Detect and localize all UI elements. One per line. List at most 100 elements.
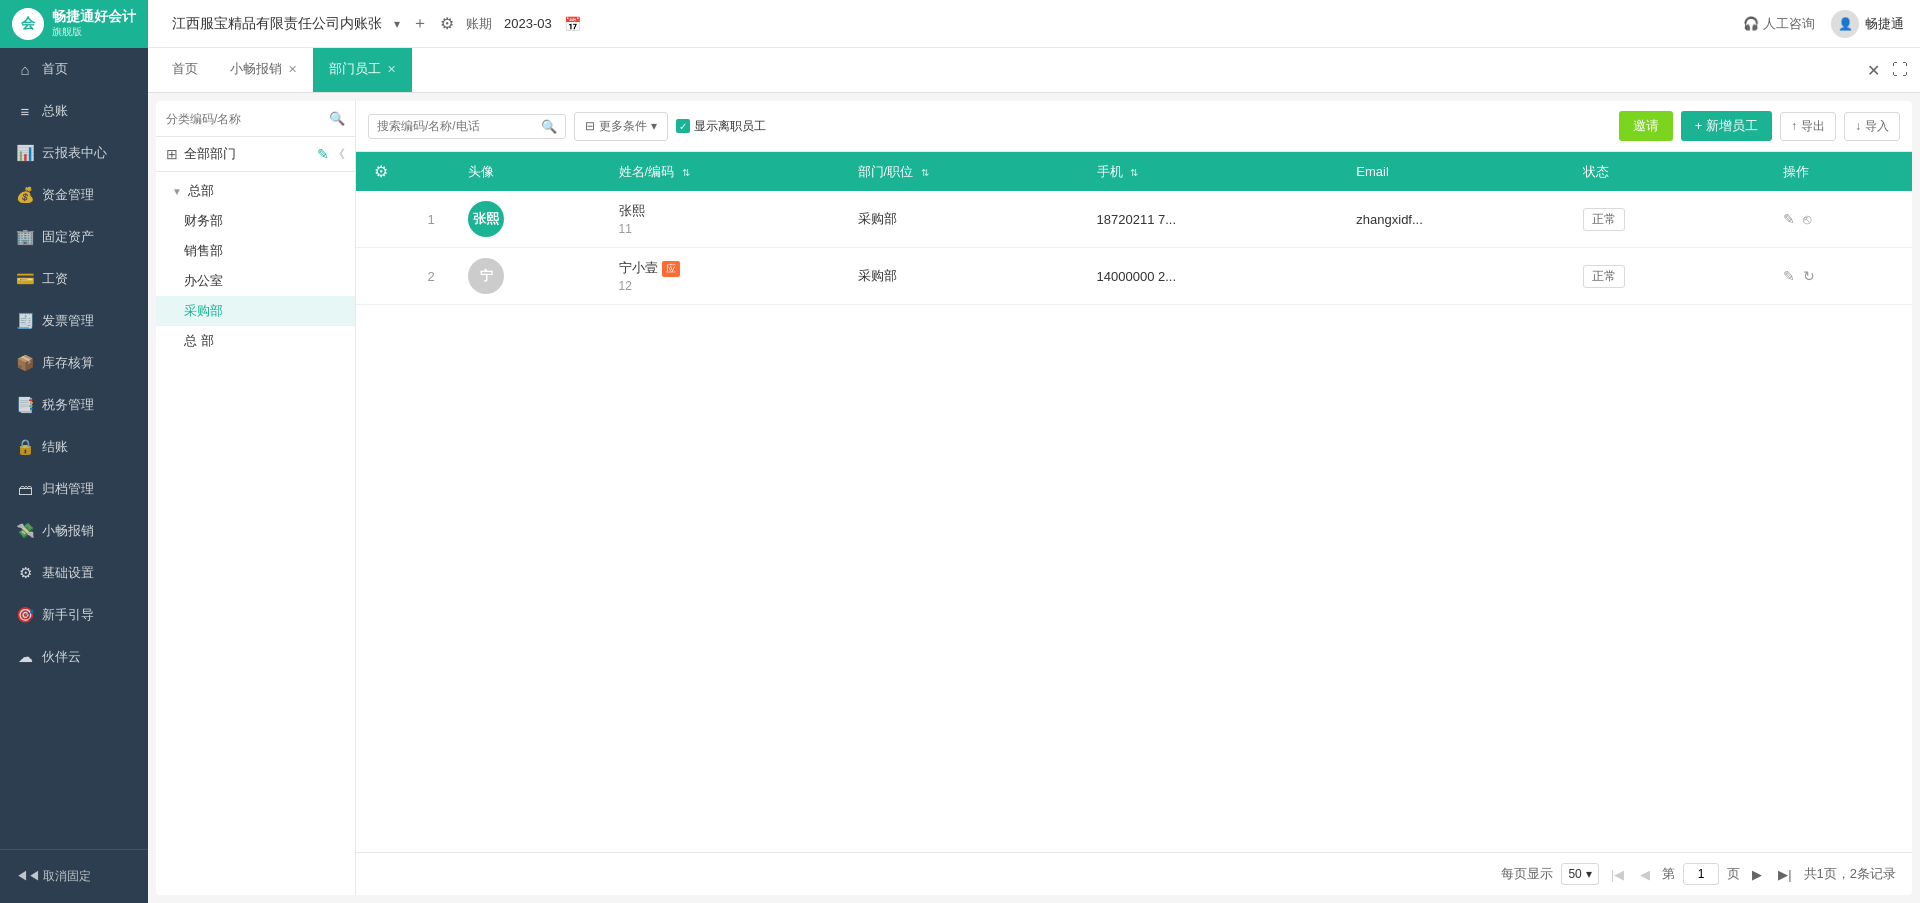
status-badge: 正常 xyxy=(1583,208,1625,231)
sidebar-item-label: 小畅报销 xyxy=(42,522,94,540)
page-input[interactable] xyxy=(1683,863,1719,885)
filter-chevron: ▾ xyxy=(651,119,657,133)
company-dropdown-button[interactable]: ▾ xyxy=(394,17,400,31)
sidebar-item-invoice[interactable]: 🧾 发票管理 xyxy=(0,300,148,342)
tab-expense[interactable]: 小畅报销 ✕ xyxy=(214,48,313,92)
sidebar-item-label: 库存核算 xyxy=(42,354,94,372)
col-phone[interactable]: 手机 ⇅ xyxy=(1085,152,1345,191)
show-resigned-checkbox[interactable]: ✓ xyxy=(676,119,690,133)
assets-icon: 🏢 xyxy=(16,228,34,246)
employee-code: 12 xyxy=(619,279,834,293)
partner-icon: ☁ xyxy=(16,648,34,666)
tab-home[interactable]: 首页 xyxy=(156,48,214,92)
row-settings-cell xyxy=(356,248,406,305)
col-status: 状态 xyxy=(1571,152,1771,191)
last-page-button[interactable]: ▶| xyxy=(1774,865,1795,884)
add-company-button[interactable]: ＋ xyxy=(412,13,428,34)
tab-close-department[interactable]: ✕ xyxy=(387,63,396,76)
tree-node-sales[interactable]: 销售部 xyxy=(156,236,355,266)
sidebar-item-expense[interactable]: 💸 小畅报销 xyxy=(0,510,148,552)
tab-bar-actions: ✕ ⛶ xyxy=(1863,57,1912,84)
sidebar-item-archive[interactable]: 🗃 归档管理 xyxy=(0,468,148,510)
col-ops: 操作 xyxy=(1771,152,1912,191)
tree-node-purchase[interactable]: 采购部 xyxy=(156,296,355,326)
table-row: 1 张熙 张熙 11 采购部 18720211 7... zhangxidf..… xyxy=(356,191,1912,248)
edit-icon[interactable]: ✎ xyxy=(1783,268,1795,284)
sidebar-item-salary[interactable]: 💳 工资 xyxy=(0,258,148,300)
sidebar-item-reports[interactable]: 📊 云报表中心 xyxy=(0,132,148,174)
sidebar-item-label: 固定资产 xyxy=(42,228,94,246)
invite-button[interactable]: 邀请 xyxy=(1619,111,1673,141)
tree-nodes: ▼ 总部 财务部 销售部 办公室 采购部 xyxy=(156,172,355,895)
sidebar-item-assets[interactable]: 🏢 固定资产 xyxy=(0,216,148,258)
tree-search-input[interactable] xyxy=(166,112,325,126)
search-input[interactable] xyxy=(377,119,537,133)
tree-node-office[interactable]: 办公室 xyxy=(156,266,355,296)
sidebar-item-close[interactable]: 🔒 结账 xyxy=(0,426,148,468)
reports-icon: 📊 xyxy=(16,144,34,162)
row-phone-cell: 14000000 2... xyxy=(1085,248,1345,305)
first-page-button[interactable]: |◀ xyxy=(1607,865,1628,884)
prev-page-button[interactable]: ◀ xyxy=(1636,865,1654,884)
inventory-icon: 📦 xyxy=(16,354,34,372)
logo-icon: 会 xyxy=(12,8,44,40)
row-avatar-cell: 张熙 xyxy=(456,191,607,248)
row-dept-cell: 采购部 xyxy=(846,191,1085,248)
next-page-button[interactable]: ▶ xyxy=(1748,865,1766,884)
add-employee-button[interactable]: + 新增员工 xyxy=(1681,111,1772,141)
sidebar-item-label: 伙伴云 xyxy=(42,648,81,666)
guide-icon: 🎯 xyxy=(16,606,34,624)
sidebar-item-home[interactable]: ⌂ 首页 xyxy=(0,48,148,90)
edit-icon[interactable]: ✎ xyxy=(1783,211,1795,227)
settings-button[interactable]: ⚙ xyxy=(440,14,454,33)
employee-table: ⚙ 头像 姓名/编码 ⇅ xyxy=(356,152,1912,305)
tab-close-expense[interactable]: ✕ xyxy=(288,63,297,76)
filter-button[interactable]: ⊟ 更多条件 ▾ xyxy=(574,112,668,141)
sidebar-item-tax[interactable]: 📑 税务管理 xyxy=(0,384,148,426)
tab-close-button[interactable]: ✕ xyxy=(1863,57,1884,84)
export-icon: ↑ xyxy=(1791,119,1797,133)
calendar-icon[interactable]: 📅 xyxy=(564,16,581,32)
salary-icon: 💳 xyxy=(16,270,34,288)
sidebar-item-ledger[interactable]: ≡ 总账 xyxy=(0,90,148,132)
unpin-button[interactable]: ◀◀ 取消固定 xyxy=(0,858,148,895)
col-name[interactable]: 姓名/编码 ⇅ xyxy=(607,152,846,191)
logo-area: 会 畅捷通好会计 旗舰版 xyxy=(0,0,148,48)
archive-icon: 🗃 xyxy=(16,481,34,498)
search-icon[interactable]: 🔍 xyxy=(541,119,557,134)
home-icon: ⌂ xyxy=(16,61,34,78)
row-dept-cell: 采购部 xyxy=(846,248,1085,305)
table-row: 2 宁 宁小壹应 12 采购部 14000000 2... 正常 ✎ xyxy=(356,248,1912,305)
tab-expand-button[interactable]: ⛶ xyxy=(1888,57,1912,83)
table-header-row: ⚙ 头像 姓名/编码 ⇅ xyxy=(356,152,1912,191)
col-dept[interactable]: 部门/职位 ⇅ xyxy=(846,152,1085,191)
app-sub: 旗舰版 xyxy=(52,25,136,39)
tree-node-finance[interactable]: 财务部 xyxy=(156,206,355,236)
sidebar-item-settings[interactable]: ⚙ 基础设置 xyxy=(0,552,148,594)
main-layout: ⌂ 首页 ≡ 总账 📊 云报表中心 💰 资金管理 🏢 固定资产 💳 工资 🧾 发… xyxy=(0,48,1920,903)
export-button[interactable]: ↑ 导出 xyxy=(1780,112,1836,141)
tree-node-hq[interactable]: ▼ 总部 xyxy=(156,176,355,206)
sidebar-item-funds[interactable]: 💰 资金管理 xyxy=(0,174,148,216)
sidebar-item-partner[interactable]: ☁ 伙伴云 xyxy=(0,636,148,678)
sidebar-item-label: 基础设置 xyxy=(42,564,94,582)
tree-collapse-button[interactable]: 《 xyxy=(333,146,345,163)
show-resigned: ✓ 显示离职员工 xyxy=(676,118,766,135)
page-label: 第 xyxy=(1662,865,1675,883)
user-area[interactable]: 👤 畅捷通 xyxy=(1831,10,1904,38)
employee-code: 11 xyxy=(619,222,834,236)
tree-search-icon[interactable]: 🔍 xyxy=(329,111,345,126)
delete-icon[interactable]: ↻ xyxy=(1803,268,1815,284)
import-button[interactable]: ↓ 导入 xyxy=(1844,112,1900,141)
sidebar-item-label: 发票管理 xyxy=(42,312,94,330)
row-email-cell: zhangxidf... xyxy=(1344,191,1571,248)
page-size-dropdown[interactable]: 50 ▾ xyxy=(1561,863,1598,885)
tree-edit-button[interactable]: ✎ xyxy=(317,146,329,163)
sidebar-item-guide[interactable]: 🎯 新手引导 xyxy=(0,594,148,636)
sidebar-item-inventory[interactable]: 📦 库存核算 xyxy=(0,342,148,384)
tree-node-general[interactable]: 总 部 xyxy=(156,326,355,356)
delete-icon[interactable]: ⎋ xyxy=(1803,211,1811,227)
settings-gear-icon[interactable]: ⚙ xyxy=(374,163,388,180)
service-button[interactable]: 🎧 人工咨询 xyxy=(1743,15,1815,33)
tab-department[interactable]: 部门员工 ✕ xyxy=(313,48,412,92)
